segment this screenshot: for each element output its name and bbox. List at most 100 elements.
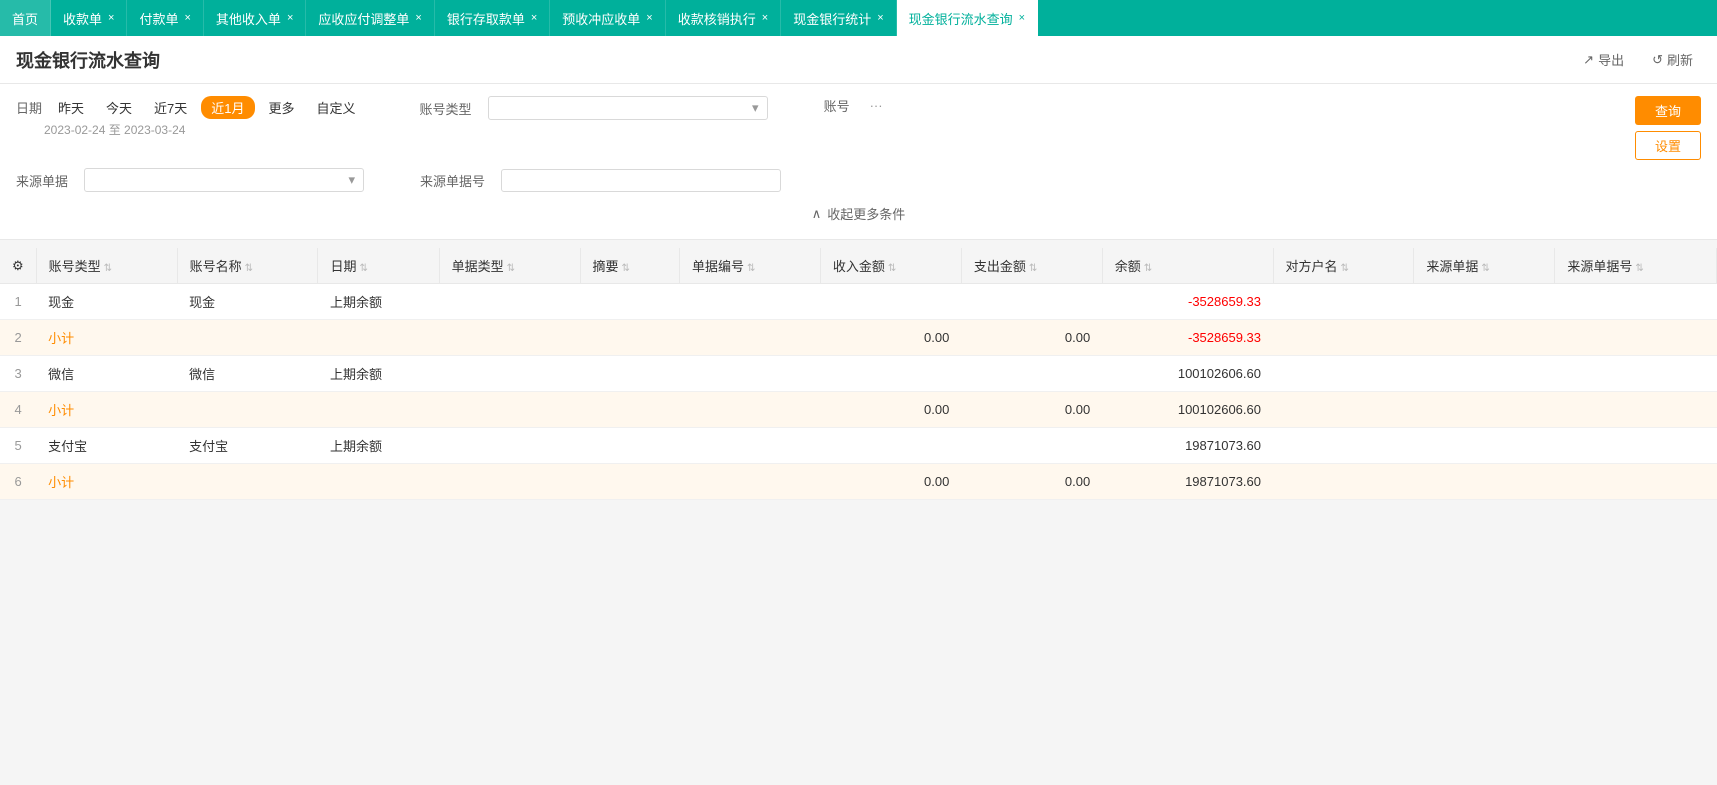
close-icon[interactable]: × [646, 12, 652, 24]
cell-income [820, 356, 961, 392]
nav-tab-现金银行流水查询[interactable]: 现金银行流水查询× [897, 0, 1038, 36]
chevron-down-icon-2: ▾ [348, 172, 355, 188]
query-button[interactable]: 查询 [1635, 96, 1701, 125]
cell-source-doc [1414, 284, 1555, 320]
filter-row-2: 来源单据 ▾ 来源单据号 [16, 168, 1701, 192]
cell-account-name: 支付宝 [177, 428, 318, 464]
close-icon[interactable]: × [287, 12, 293, 24]
col-header-expense[interactable]: 支出金额⇅ [961, 248, 1102, 284]
cell-expense [961, 428, 1102, 464]
nav-tab-付款单[interactable]: 付款单× [127, 0, 203, 36]
col-header-doc_no[interactable]: 单据编号⇅ [680, 248, 821, 284]
sort-icon[interactable]: ⇅ [1341, 263, 1349, 274]
cell-source-doc-no [1555, 284, 1717, 320]
nav-tab-预收冲应收单[interactable]: 预收冲应收单× [550, 0, 665, 36]
source-doc-select[interactable]: ▾ [84, 168, 364, 192]
close-icon[interactable]: × [415, 12, 421, 24]
collapse-up-icon: ∧ [812, 206, 822, 222]
col-header-account_type[interactable]: 账号类型⇅ [36, 248, 177, 284]
cell-source-doc [1414, 464, 1555, 500]
col-header-account_name[interactable]: 账号名称⇅ [177, 248, 318, 284]
cell-balance: -3528659.33 [1102, 284, 1273, 320]
table-header-row: ⚙ 账号类型⇅账号名称⇅日期⇅单据类型⇅摘要⇅单据编号⇅收入金额⇅支出金额⇅余额⇅… [0, 248, 1717, 284]
nav-tab-应收应付调整单[interactable]: 应收应付调整单× [306, 0, 434, 36]
sort-icon[interactable]: ⇅ [104, 263, 112, 274]
sort-icon[interactable]: ⇅ [1144, 263, 1152, 274]
nav-tab-银行存取款单[interactable]: 银行存取款单× [435, 0, 550, 36]
cell-source-doc-no [1555, 320, 1717, 356]
col-header-income[interactable]: 收入金额⇅ [820, 248, 961, 284]
cell-doc-type [439, 464, 580, 500]
source-doc-filter: 来源单据 ▾ [16, 168, 364, 192]
collapse-bar[interactable]: ∧ 收起更多条件 [16, 200, 1701, 227]
date-option-近1月[interactable]: 近1月 [201, 96, 254, 119]
sort-icon[interactable]: ⇅ [1481, 263, 1489, 274]
sort-icon[interactable]: ⇅ [747, 263, 755, 274]
nav-tab-现金银行统计[interactable]: 现金银行统计× [781, 0, 896, 36]
sort-icon[interactable]: ⇅ [1635, 263, 1643, 274]
sort-icon[interactable]: ⇅ [359, 263, 367, 274]
close-icon[interactable]: × [1019, 12, 1025, 24]
cell-account-type: 小计 [36, 464, 177, 500]
close-icon[interactable]: × [762, 12, 768, 24]
date-option-今天[interactable]: 今天 [98, 96, 140, 119]
nav-tab-其他收入单[interactable]: 其他收入单× [204, 0, 306, 36]
col-header-source_doc[interactable]: 来源单据⇅ [1414, 248, 1555, 284]
col-header-counterparty[interactable]: 对方户名⇅ [1273, 248, 1414, 284]
col-header-source_doc_no[interactable]: 来源单据号⇅ [1555, 248, 1717, 284]
date-option-自定义[interactable]: 自定义 [309, 96, 364, 119]
sort-icon[interactable]: ⇅ [245, 263, 253, 274]
export-button[interactable]: ↗ 导出 [1575, 46, 1632, 73]
cell-balance: 100102606.60 [1102, 356, 1273, 392]
cell-date: 上期余额 [318, 428, 439, 464]
nav-tab-收款单[interactable]: 收款单× [51, 0, 127, 36]
table-row: 2小计0.000.00-3528659.33 [0, 320, 1717, 356]
gear-icon[interactable]: ⚙ [12, 258, 24, 273]
settings-button[interactable]: 设置 [1635, 131, 1701, 160]
nav-tab-收款核销执行[interactable]: 收款核销执行× [666, 0, 781, 36]
account-type-select[interactable]: ▾ [488, 96, 768, 120]
sort-icon[interactable]: ⇅ [507, 263, 515, 274]
col-header-date[interactable]: 日期⇅ [318, 248, 439, 284]
col-header-balance[interactable]: 余额⇅ [1102, 248, 1273, 284]
cell-doc-no [680, 284, 821, 320]
cell-source-doc [1414, 428, 1555, 464]
cell-counterparty [1273, 284, 1414, 320]
date-option-昨天[interactable]: 昨天 [50, 96, 92, 119]
cell-doc-no [680, 428, 821, 464]
date-option-近7天[interactable]: 近7天 [146, 96, 195, 119]
close-icon[interactable]: × [531, 12, 537, 24]
close-icon[interactable]: × [184, 12, 190, 24]
source-doc-num-input[interactable] [501, 169, 781, 192]
col-header-gear[interactable]: ⚙ [0, 248, 36, 284]
refresh-icon: ↺ [1652, 52, 1663, 68]
sort-icon[interactable]: ⇅ [1029, 263, 1037, 274]
refresh-button[interactable]: ↺ 刷新 [1644, 46, 1701, 73]
cell-date: 上期余额 [318, 356, 439, 392]
cell-account-type: 小计 [36, 392, 177, 428]
sort-icon[interactable]: ⇅ [888, 263, 896, 274]
cell-summary [580, 464, 679, 500]
cell-doc-no [680, 320, 821, 356]
query-settings-group: 查询 设置 [1635, 96, 1701, 160]
sort-icon[interactable]: ⇅ [622, 263, 630, 274]
cell-doc-type [439, 284, 580, 320]
cell-account-name: 微信 [177, 356, 318, 392]
close-icon[interactable]: × [108, 12, 114, 24]
chevron-down-icon: ▾ [752, 100, 759, 116]
cell-account-name [177, 320, 318, 356]
col-header-summary[interactable]: 摘要⇅ [580, 248, 679, 284]
col-header-doc_type[interactable]: 单据类型⇅ [439, 248, 580, 284]
cell-expense [961, 356, 1102, 392]
account-label: 账号 [824, 96, 850, 115]
nav-tab-首页[interactable]: 首页 [0, 0, 51, 36]
table-container: ⚙ 账号类型⇅账号名称⇅日期⇅单据类型⇅摘要⇅单据编号⇅收入金额⇅支出金额⇅余额⇅… [0, 248, 1717, 500]
row-num: 5 [0, 428, 36, 464]
cell-source-doc-no [1555, 428, 1717, 464]
cell-date [318, 392, 439, 428]
cell-source-doc [1414, 392, 1555, 428]
top-nav: 首页收款单×付款单×其他收入单×应收应付调整单×银行存取款单×预收冲应收单×收款… [0, 0, 1717, 36]
close-icon[interactable]: × [877, 12, 883, 24]
more-dots[interactable]: ··· [866, 96, 887, 115]
date-option-更多[interactable]: 更多 [261, 96, 303, 119]
